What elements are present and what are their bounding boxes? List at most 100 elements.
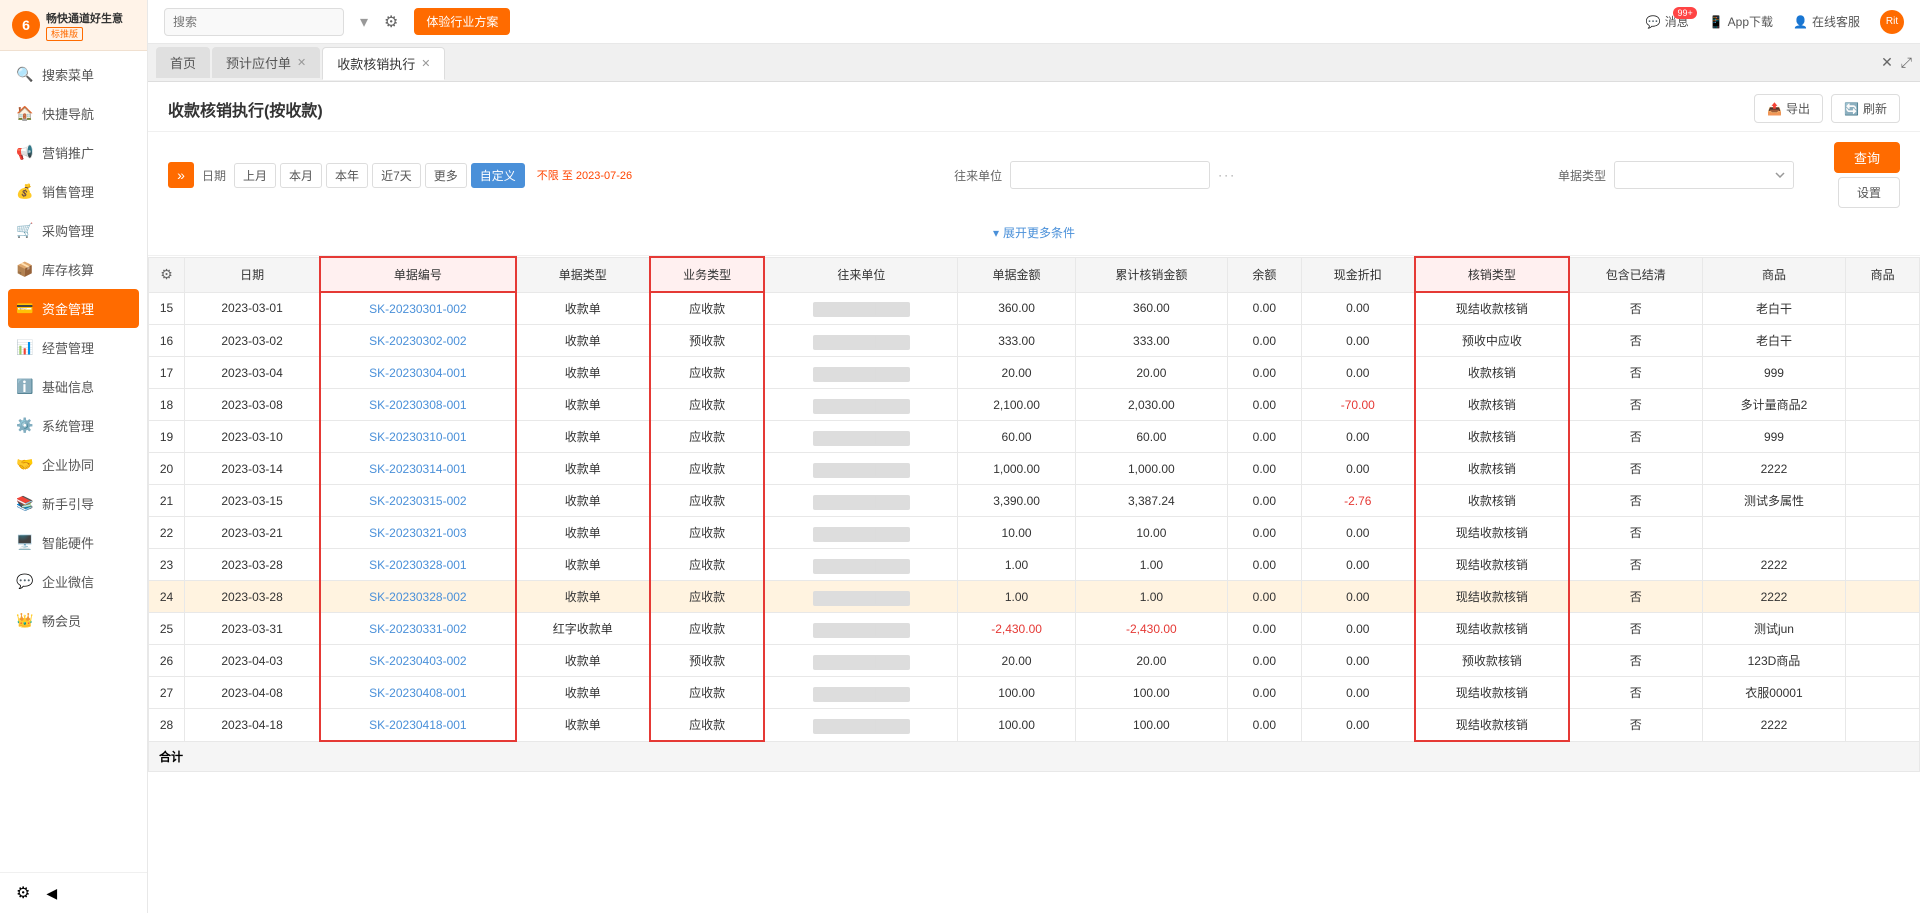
tab-receipt[interactable]: 收款核销执行 ✕ bbox=[322, 47, 445, 80]
sidebar-bottom: ⚙ ◀ bbox=[0, 872, 147, 913]
online-support-item[interactable]: 👤 在线客服 bbox=[1793, 13, 1860, 30]
code-link[interactable]: SK-20230418-001 bbox=[369, 718, 466, 732]
sidebar-item-purchase[interactable]: 🛒 采购管理 bbox=[0, 211, 147, 250]
cell-date: 2023-04-18 bbox=[185, 709, 321, 742]
cell-voucher-type: 收款单 bbox=[516, 357, 650, 389]
cell-product1: 2222 bbox=[1702, 453, 1846, 485]
code-link[interactable]: SK-20230403-002 bbox=[369, 654, 466, 668]
export-button[interactable]: 📤 导出 bbox=[1754, 94, 1823, 123]
collapse-icon[interactable]: ◀ bbox=[46, 885, 57, 902]
code-link[interactable]: SK-20230328-002 bbox=[369, 590, 466, 604]
receipt-tab-close[interactable]: ✕ bbox=[421, 57, 430, 70]
col-amount: 单据金额 bbox=[958, 257, 1075, 292]
table-row: 24 2023-03-28 SK-20230328-002 收款单 应收款 ██… bbox=[149, 581, 1920, 613]
sidebar-item-basic[interactable]: ℹ️ 基础信息 bbox=[0, 367, 147, 406]
code-link[interactable]: SK-20230302-002 bbox=[369, 334, 466, 348]
code-link[interactable]: SK-20230328-001 bbox=[369, 558, 466, 572]
code-link[interactable]: SK-20230331-002 bbox=[369, 622, 466, 636]
code-link[interactable]: SK-20230301-002 bbox=[369, 302, 466, 316]
cell-included: 否 bbox=[1569, 357, 1702, 389]
sidebar-item-operations[interactable]: 📊 经营管理 bbox=[0, 328, 147, 367]
col-settings-icon[interactable]: ⚙ bbox=[160, 266, 173, 282]
col-gear[interactable]: ⚙ bbox=[149, 257, 185, 292]
refresh-icon: 🔄 bbox=[1844, 102, 1859, 116]
col-voucher-type: 单据类型 bbox=[516, 257, 650, 292]
partner-dots: ··· bbox=[1218, 168, 1236, 182]
col-biz-type: 业务类型 bbox=[650, 257, 765, 292]
query-actions: 查询 设置 bbox=[1834, 142, 1900, 208]
sidebar-item-funds[interactable]: 💳 资金管理 bbox=[8, 289, 139, 328]
cell-balance: 0.00 bbox=[1227, 325, 1301, 357]
cell-num: 27 bbox=[149, 677, 185, 709]
sidebar-item-system[interactable]: ⚙️ 系统管理 bbox=[0, 406, 147, 445]
user-item[interactable]: Rit bbox=[1880, 10, 1904, 34]
topbar: ▾ ⚙ 体验行业方案 💬 消息 99+ 📱 App下载 👤 在线客服 Rit bbox=[148, 0, 1920, 44]
sidebar-item-hardware[interactable]: 🖥️ 智能硬件 bbox=[0, 523, 147, 562]
setting-button[interactable]: 设置 bbox=[1838, 177, 1900, 208]
sidebar-item-inventory[interactable]: 📦 库存核算 bbox=[0, 250, 147, 289]
sidebar-item-enterprise[interactable]: 🤝 企业协同 bbox=[0, 445, 147, 484]
cell-discount: 0.00 bbox=[1301, 453, 1415, 485]
sidebar-item-sales[interactable]: 💰 销售管理 bbox=[0, 172, 147, 211]
last-month-btn[interactable]: 上月 bbox=[234, 163, 276, 188]
sidebar-item-search[interactable]: 🔍 搜索菜单 bbox=[0, 55, 147, 94]
query-button[interactable]: 查询 bbox=[1834, 142, 1900, 173]
guide-icon: 📚 bbox=[16, 495, 34, 513]
cell-product2 bbox=[1846, 389, 1920, 421]
more-btn[interactable]: 更多 bbox=[425, 163, 467, 188]
this-month-btn[interactable]: 本月 bbox=[280, 163, 322, 188]
cell-discount: -2.76 bbox=[1301, 485, 1415, 517]
sidebar-item-guide[interactable]: 📚 新手引导 bbox=[0, 484, 147, 523]
cell-write-off-type: 收款核销 bbox=[1415, 453, 1569, 485]
cell-date: 2023-04-03 bbox=[185, 645, 321, 677]
code-link[interactable]: SK-20230304-001 bbox=[369, 366, 466, 380]
chevron-down-icon[interactable]: ▾ bbox=[360, 12, 368, 32]
this-year-btn[interactable]: 本年 bbox=[326, 163, 368, 188]
sidebar-item-quicknav[interactable]: 🏠 快捷导航 bbox=[0, 94, 147, 133]
custom-date-btn[interactable]: 自定义 bbox=[471, 163, 525, 188]
cell-write-off-type: 收款核销 bbox=[1415, 485, 1569, 517]
sidebar-item-wechat[interactable]: 💬 企业微信 bbox=[0, 562, 147, 601]
cell-num: 28 bbox=[149, 709, 185, 742]
expand-more-btn[interactable]: ▾ 展开更多条件 bbox=[168, 220, 1900, 245]
settings-gear-icon[interactable]: ⚙ bbox=[384, 12, 398, 32]
cell-write-off-type: 收款核销 bbox=[1415, 421, 1569, 453]
tab-expand-icon[interactable]: ⤢ bbox=[1901, 54, 1912, 71]
code-link[interactable]: SK-20230321-003 bbox=[369, 526, 466, 540]
partner-input[interactable] bbox=[1010, 161, 1210, 189]
topbar-search[interactable] bbox=[164, 8, 344, 36]
cell-date: 2023-03-28 bbox=[185, 549, 321, 581]
code-link[interactable]: SK-20230408-001 bbox=[369, 686, 466, 700]
refresh-button[interactable]: 🔄 刷新 bbox=[1831, 94, 1900, 123]
solution-button[interactable]: 体验行业方案 bbox=[414, 8, 510, 35]
tab-payable[interactable]: 预计应付单 ✕ bbox=[212, 47, 320, 78]
main-content: ▾ ⚙ 体验行业方案 💬 消息 99+ 📱 App下载 👤 在线客服 Rit bbox=[148, 0, 1920, 913]
sidebar-item-marketing[interactable]: 📢 营销推广 bbox=[0, 133, 147, 172]
cell-balance: 0.00 bbox=[1227, 357, 1301, 389]
sidebar: 6 畅快通道好生意 标推版 🔍 搜索菜单 🏠 快捷导航 📢 营销推广 💰 销售管… bbox=[0, 0, 148, 913]
col-included: 包含已结清 bbox=[1569, 257, 1702, 292]
message-icon: 💬 bbox=[1646, 15, 1661, 29]
last-7days-btn[interactable]: 近7天 bbox=[372, 163, 421, 188]
filter-row-1: » 日期 上月 本月 本年 近7天 更多 自定义 不限 至 2023-07-26… bbox=[168, 142, 1900, 208]
code-link[interactable]: SK-20230315-002 bbox=[369, 494, 466, 508]
partner-label: 往来单位 bbox=[954, 167, 1002, 184]
sidebar-item-member[interactable]: 👑 畅会员 bbox=[0, 601, 147, 640]
tab-close-all-icon[interactable]: ✕ bbox=[1881, 54, 1893, 71]
code-link[interactable]: SK-20230310-001 bbox=[369, 430, 466, 444]
payable-tab-close[interactable]: ✕ bbox=[297, 56, 306, 69]
messages-item[interactable]: 💬 消息 99+ bbox=[1646, 13, 1689, 30]
col-write-off-type: 核销类型 bbox=[1415, 257, 1569, 292]
logo-icon: 6 bbox=[12, 11, 40, 39]
system-icon: ⚙️ bbox=[16, 417, 34, 435]
code-link[interactable]: SK-20230314-001 bbox=[369, 462, 466, 476]
voucher-type-select[interactable] bbox=[1614, 161, 1794, 189]
filter-expand-button[interactable]: » bbox=[168, 162, 194, 188]
tab-home[interactable]: 首页 bbox=[156, 47, 210, 78]
cell-write-off: 1.00 bbox=[1075, 581, 1227, 613]
settings-icon[interactable]: ⚙ bbox=[16, 883, 30, 903]
col-write-off: 累计核销金额 bbox=[1075, 257, 1227, 292]
app-download-item[interactable]: 📱 App下载 bbox=[1709, 13, 1773, 30]
logo-badge: 标推版 bbox=[46, 26, 123, 40]
code-link[interactable]: SK-20230308-001 bbox=[369, 398, 466, 412]
